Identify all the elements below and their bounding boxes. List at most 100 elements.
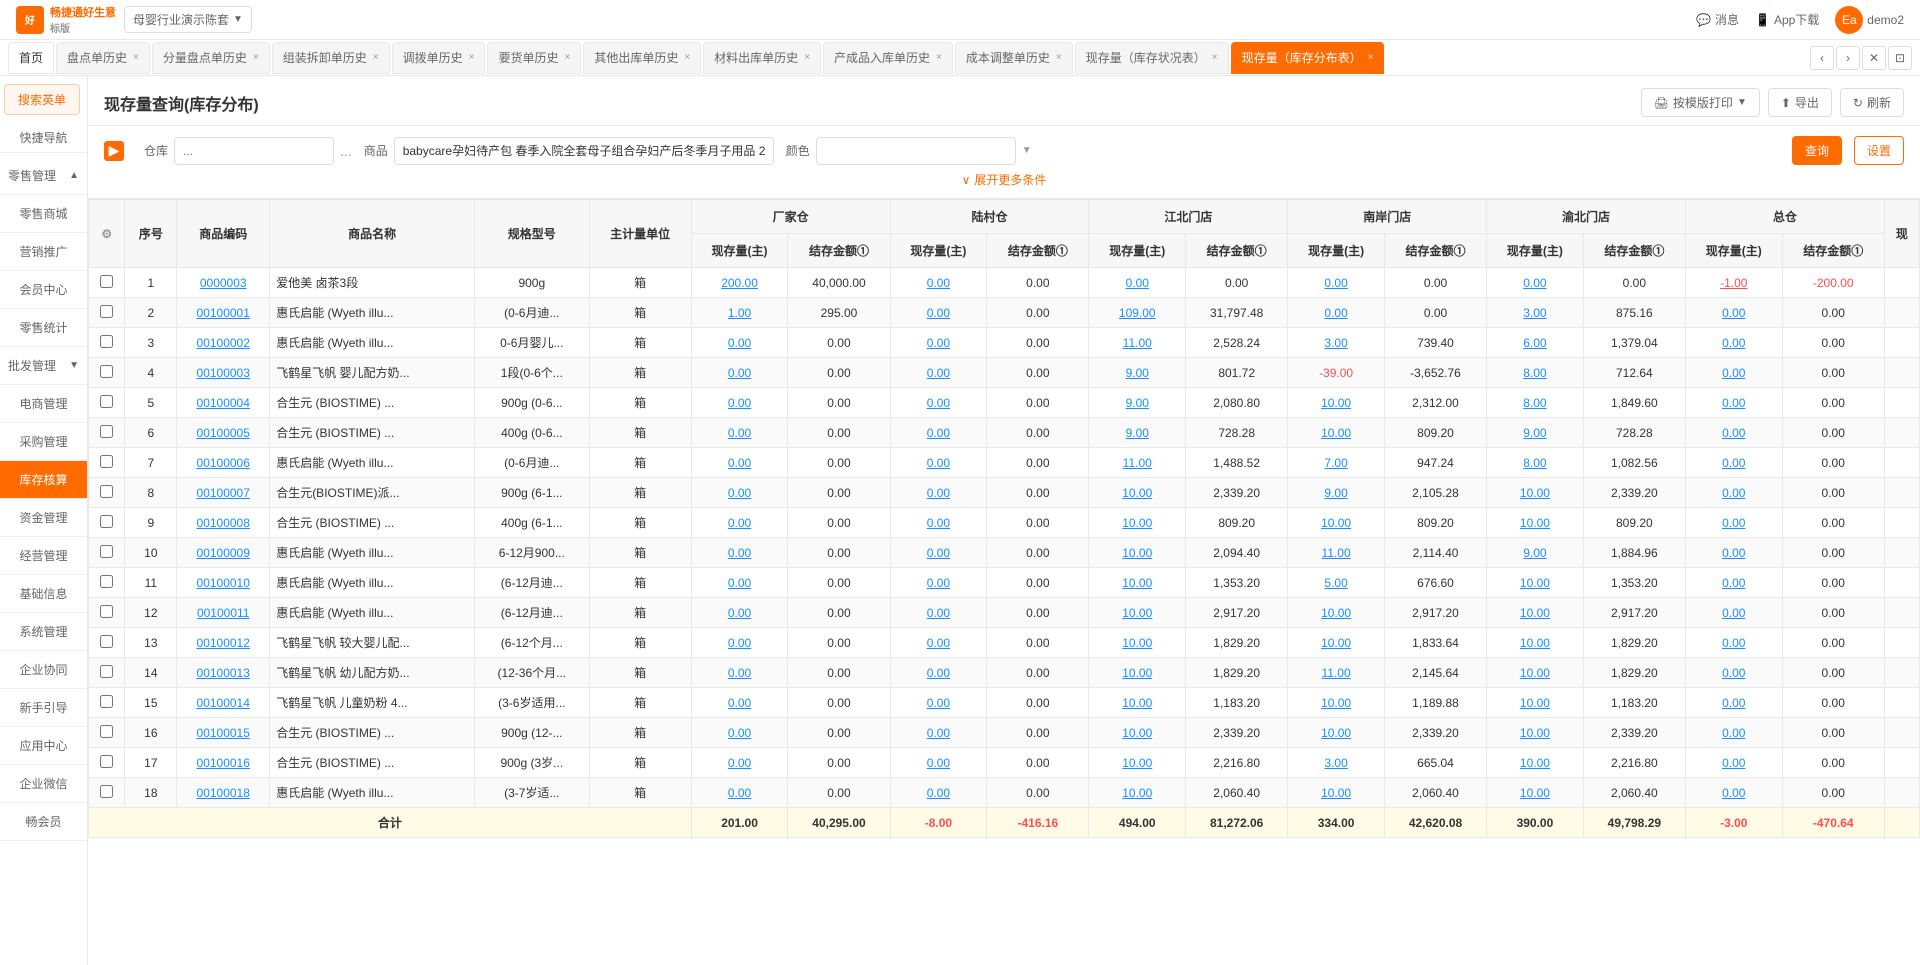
- tab-next-btn[interactable]: ›: [1836, 46, 1860, 70]
- sidebar-item-purchase[interactable]: 采购管理: [0, 423, 87, 461]
- row-checkbox[interactable]: [89, 388, 125, 418]
- query-btn[interactable]: 查询: [1792, 136, 1842, 165]
- tab-close-icon[interactable]: ×: [1212, 52, 1218, 63]
- tab-close-icon[interactable]: ×: [936, 52, 942, 63]
- sidebar-item-cooperation[interactable]: 企业协同: [0, 651, 87, 689]
- row-yubei-amt: 2,216.80: [1583, 748, 1685, 778]
- sidebar-item-business[interactable]: 经营管理: [0, 537, 87, 575]
- expand-conditions-btn[interactable]: ∨ 展开更多条件: [962, 171, 1047, 188]
- gear-icon[interactable]: ⚙: [101, 227, 112, 241]
- tab-close-icon[interactable]: ×: [469, 52, 475, 63]
- row-current: [1884, 388, 1919, 418]
- sidebar-item-member[interactable]: 会员中心: [0, 271, 87, 309]
- row-checkbox[interactable]: [89, 718, 125, 748]
- tab-productin[interactable]: 产成品入库单历史 ×: [823, 42, 953, 74]
- row-checkbox[interactable]: [89, 688, 125, 718]
- changjiancang-qty-header: 现存量(主): [691, 234, 788, 268]
- export-btn[interactable]: ⬆ 导出: [1768, 88, 1832, 117]
- tab-stockdist[interactable]: 现存量（库存分布表） ×: [1231, 42, 1385, 74]
- col-settings[interactable]: ⚙: [89, 200, 125, 268]
- row-changjiancang-qty: 0.00: [691, 778, 788, 808]
- tab-prev-btn[interactable]: ‹: [1810, 46, 1834, 70]
- tab-requisition[interactable]: 要货单历史 ×: [487, 42, 581, 74]
- sidebar-item-retail-stats[interactable]: 零售统计: [0, 309, 87, 347]
- filter-toggle-btn[interactable]: ▶: [104, 141, 124, 161]
- sidebar-item-basic[interactable]: 基础信息: [0, 575, 87, 613]
- row-unit: 箱: [589, 328, 691, 358]
- sidebar-item-finance[interactable]: 资金管理: [0, 499, 87, 537]
- row-checkbox[interactable]: [89, 568, 125, 598]
- row-checkbox[interactable]: [89, 658, 125, 688]
- product-input[interactable]: [394, 137, 774, 165]
- row-idx: 6: [125, 418, 177, 448]
- tab-costadjust[interactable]: 成本调整单历史 ×: [955, 42, 1073, 74]
- color-input[interactable]: [816, 137, 1016, 165]
- warehouse-dots-btn[interactable]: ...: [340, 143, 352, 159]
- tab-close-icon[interactable]: ×: [253, 52, 259, 63]
- row-idx: 2: [125, 298, 177, 328]
- row-checkbox[interactable]: [89, 478, 125, 508]
- tab-otherout[interactable]: 其他出库单历史 ×: [583, 42, 701, 74]
- quick-nav-btn[interactable]: 快捷导航: [0, 123, 87, 153]
- search-btn[interactable]: 搜索英单: [4, 84, 80, 115]
- row-checkbox[interactable]: [89, 538, 125, 568]
- row-checkbox[interactable]: [89, 268, 125, 298]
- row-checkbox[interactable]: [89, 748, 125, 778]
- sidebar-item-wholesale[interactable]: 批发管理 ▼: [0, 347, 87, 385]
- row-jiangbei-qty: 10.00: [1089, 538, 1186, 568]
- sidebar-item-wechat[interactable]: 企业微信: [0, 765, 87, 803]
- row-checkbox[interactable]: [89, 358, 125, 388]
- warehouse-input[interactable]: [174, 137, 334, 165]
- tab-transfer[interactable]: 调拨单历史 ×: [392, 42, 486, 74]
- col-index-header: 序号: [125, 200, 177, 268]
- tab-close-icon[interactable]: ×: [564, 52, 570, 63]
- row-checkbox[interactable]: [89, 328, 125, 358]
- sidebar-item-apps[interactable]: 应用中心: [0, 727, 87, 765]
- row-checkbox[interactable]: [89, 418, 125, 448]
- row-total-qty: 0.00: [1685, 478, 1782, 508]
- industry-selector[interactable]: 母婴行业演示陈套 ▼: [124, 6, 252, 33]
- tab-stocklist[interactable]: 盘点单历史 ×: [56, 42, 150, 74]
- tab-close-icon[interactable]: ×: [373, 52, 379, 63]
- refresh-btn[interactable]: ↻ 刷新: [1840, 88, 1904, 117]
- app-download-btn[interactable]: 📱 App下载: [1755, 11, 1819, 28]
- table-wrapper[interactable]: ⚙ 序号 商品编码 商品名称 规格型号 主计量单位 厂家仓 陆村仓 江北门店 南…: [88, 199, 1920, 965]
- tab-close-icon[interactable]: ×: [1368, 52, 1374, 63]
- tab-close-icon[interactable]: ×: [133, 52, 139, 63]
- tab-close-icon[interactable]: ×: [804, 52, 810, 63]
- sidebar-item-member2[interactable]: 畅会员: [0, 803, 87, 841]
- sidebar-item-ecommerce[interactable]: 电商管理: [0, 385, 87, 423]
- tab-close-icon[interactable]: ×: [1056, 52, 1062, 63]
- row-checkbox[interactable]: [89, 628, 125, 658]
- row-current: [1884, 268, 1919, 298]
- sidebar-item-inventory[interactable]: 库存核算: [0, 461, 87, 499]
- row-unit: 箱: [589, 778, 691, 808]
- sidebar-item-mall[interactable]: 零售商城: [0, 195, 87, 233]
- row-checkbox[interactable]: [89, 778, 125, 808]
- user-area[interactable]: Ea demo2: [1835, 6, 1904, 34]
- tab-assembly[interactable]: 组装拆卸单历史 ×: [272, 42, 390, 74]
- row-checkbox[interactable]: [89, 448, 125, 478]
- tab-expand-btn[interactable]: ⊡: [1888, 46, 1912, 70]
- row-checkbox[interactable]: [89, 598, 125, 628]
- tab-stockstatus[interactable]: 现存量（库存状况表） ×: [1075, 42, 1229, 74]
- tab-home[interactable]: 首页: [8, 42, 54, 74]
- row-idx: 5: [125, 388, 177, 418]
- tab-close-all-btn[interactable]: ✕: [1862, 46, 1886, 70]
- row-total-qty: 0.00: [1685, 328, 1782, 358]
- row-checkbox[interactable]: [89, 508, 125, 538]
- message-btn[interactable]: 💬 消息: [1696, 11, 1739, 28]
- sidebar-item-guide[interactable]: 新手引导: [0, 689, 87, 727]
- sidebar-item-system[interactable]: 系统管理: [0, 613, 87, 651]
- tab-close-icon[interactable]: ×: [684, 52, 690, 63]
- row-checkbox[interactable]: [89, 298, 125, 328]
- tab-splitstock[interactable]: 分量盘点单历史 ×: [152, 42, 270, 74]
- sidebar-item-retail[interactable]: 零售管理 ▲: [0, 157, 87, 195]
- top-bar-right: 💬 消息 📱 App下载 Ea demo2: [1696, 6, 1904, 34]
- row-total-qty: 0.00: [1685, 298, 1782, 328]
- row-spec: (6-12月迪...: [475, 568, 589, 598]
- tab-materialout[interactable]: 材料出库单历史 ×: [703, 42, 821, 74]
- sidebar-item-marketing[interactable]: 营销推广: [0, 233, 87, 271]
- print-btn[interactable]: 🖨 按模版打印 ▼: [1641, 88, 1760, 117]
- settings-btn[interactable]: 设置: [1854, 136, 1904, 165]
